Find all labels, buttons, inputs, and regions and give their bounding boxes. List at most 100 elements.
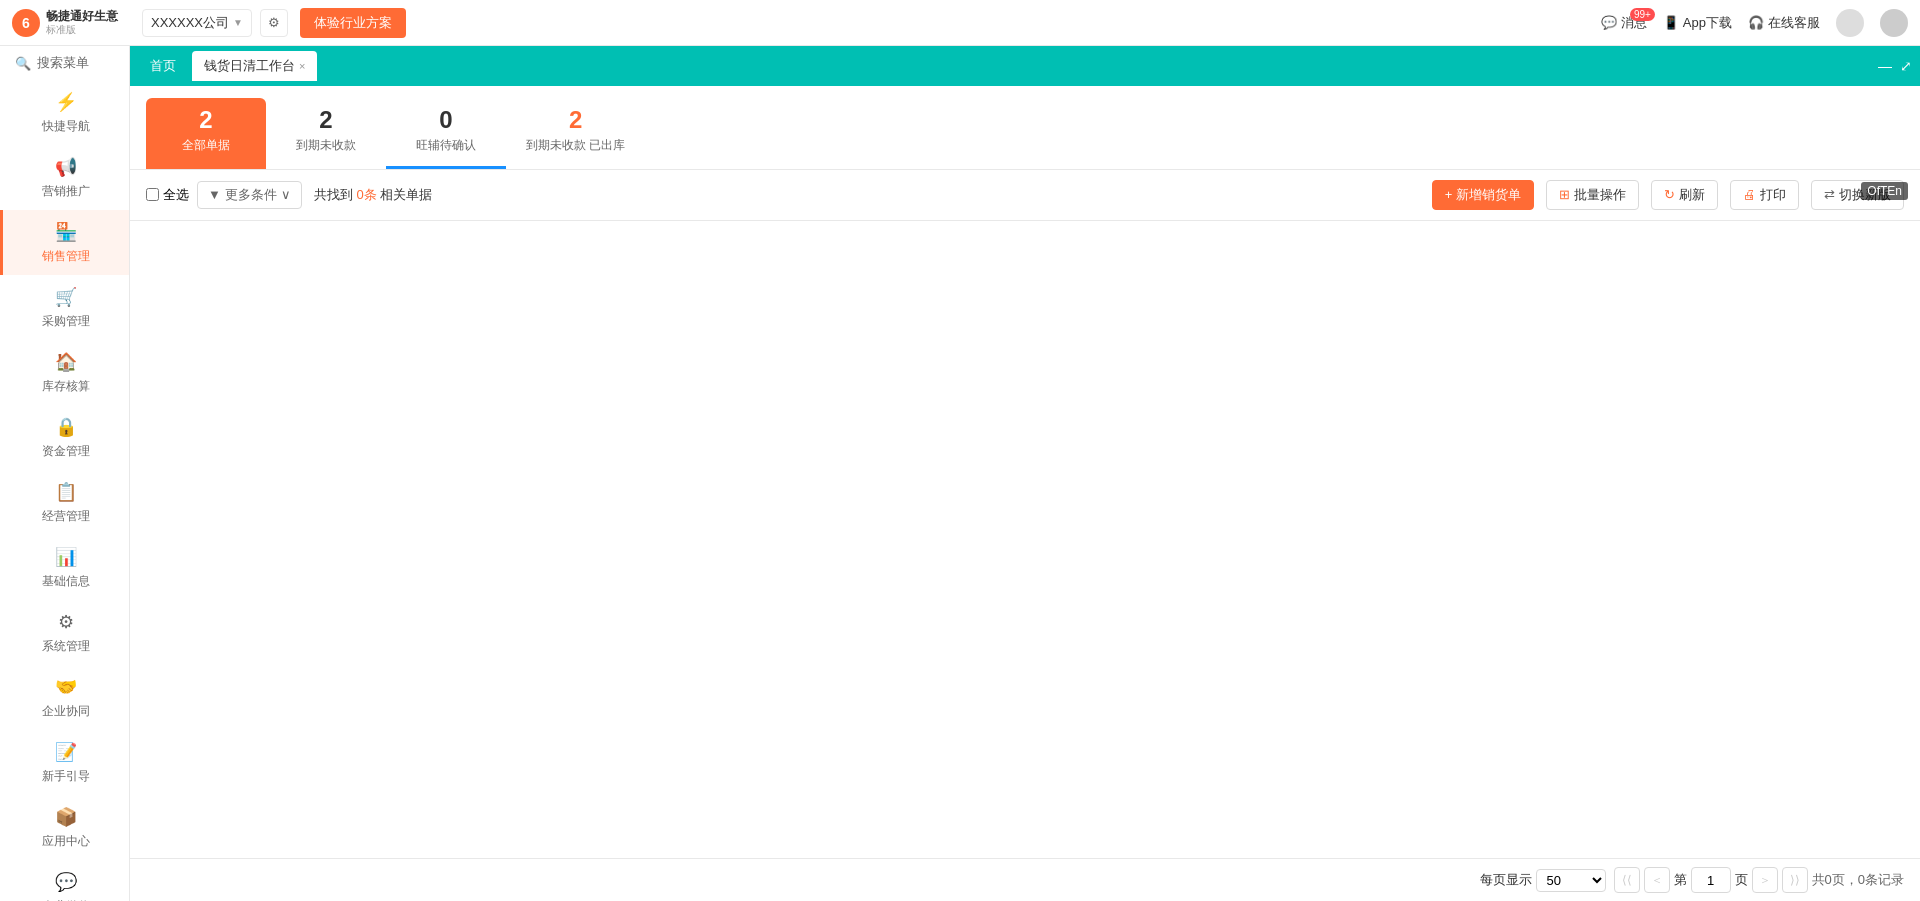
company-selector[interactable]: XXXXXX公司 ▼	[142, 9, 252, 37]
sidebar-item-guide[interactable]: 📝 新手引导	[0, 730, 129, 795]
sidebar-item-finance[interactable]: 🔒 资金管理	[0, 405, 129, 470]
app-download-button[interactable]: 📱 App下载	[1663, 14, 1732, 32]
page-content: 2 全部单据 2 到期未收款 0 旺辅待确认 2 到期未收款 已出库	[130, 86, 1920, 901]
sidebar-item-wechat[interactable]: 💬 企业微信	[0, 860, 129, 901]
stat-card-all[interactable]: 2 全部单据	[146, 98, 266, 169]
tab-active-label: 钱货日清工作台	[204, 57, 295, 75]
stat-label-all: 全部单据	[166, 137, 246, 154]
trial-button[interactable]: 体验行业方案	[300, 8, 406, 38]
sidebar-item-label: 销售管理	[42, 248, 90, 265]
refresh-button[interactable]: ↻ 刷新	[1651, 180, 1718, 210]
print-button[interactable]: 🖨 打印	[1730, 180, 1799, 210]
toolbar: 全选 ▼ 更多条件 ∨ 共找到 0条 相关单据 + 新增销货单 ⊞ 批量操作	[130, 170, 1920, 221]
sidebar-item-purchase[interactable]: 🛒 采购管理	[0, 275, 129, 340]
top-header: 6 畅捷通好生意 标准版 XXXXXX公司 ▼ ⚙ 体验行业方案 💬 消息 99…	[0, 0, 1920, 46]
message-icon: 💬	[1601, 15, 1617, 30]
switch-icon: ⇄	[1824, 187, 1835, 202]
tab-minimize-button[interactable]: —	[1878, 58, 1892, 74]
wechat-icon: 💬	[54, 870, 78, 894]
related-label: 相关单据	[380, 187, 432, 202]
add-sale-button[interactable]: + 新增销货单	[1432, 180, 1534, 210]
online-service-label: 在线客服	[1768, 14, 1820, 32]
logo-main: 畅捷通好生意	[46, 9, 118, 23]
sidebar-item-label: 采购管理	[42, 313, 90, 330]
batch-button[interactable]: ⊞ 批量操作	[1546, 180, 1639, 210]
sidebar-item-label: 基础信息	[42, 573, 90, 590]
last-page-button[interactable]: ⟩⟩	[1782, 867, 1808, 893]
page-prefix: 第	[1674, 871, 1687, 889]
tab-bar: 首页 钱货日清工作台 × — ⤢	[130, 46, 1920, 86]
sidebar-item-inventory[interactable]: 🏠 库存核算	[0, 340, 129, 405]
page-size-select: 每页显示 50 10 20 100	[1480, 869, 1606, 892]
tab-home[interactable]: 首页	[138, 51, 188, 81]
search-menu-label: 搜索菜单	[37, 54, 89, 72]
online-service-button[interactable]: 🎧 在线客服	[1748, 14, 1820, 32]
system-icon: ⚙	[54, 610, 78, 634]
sales-icon: 🏪	[54, 220, 78, 244]
content-area: 首页 钱货日清工作台 × — ⤢ 2 全部单据 2 到期未收款	[130, 46, 1920, 901]
sidebar-item-label: 新手引导	[42, 768, 90, 785]
logo-sub: 标准版	[46, 24, 118, 36]
next-page-button[interactable]: ＞	[1752, 867, 1778, 893]
first-page-button[interactable]: ⟨⟨	[1614, 867, 1640, 893]
sidebar-item-label: 营销推广	[42, 183, 90, 200]
stat-card-outbound[interactable]: 2 到期未收款 已出库	[506, 98, 645, 169]
print-label: 打印	[1760, 186, 1786, 204]
headset-icon: 🎧	[1748, 15, 1764, 30]
logo-area: 6 畅捷通好生意 标准版	[12, 9, 142, 37]
stat-number-outbound: 2	[526, 106, 625, 135]
avatar[interactable]	[1836, 9, 1864, 37]
inventory-icon: 🏠	[54, 350, 78, 374]
main-layout: 🔍 搜索菜单 ⚡ 快捷导航 📢 营销推广 🏪 销售管理 🛒 采购管理 🏠 库存核…	[0, 46, 1920, 901]
messages-button[interactable]: 💬 消息 99+	[1601, 14, 1647, 32]
sidebar-item-operations[interactable]: 📋 经营管理	[0, 470, 129, 535]
refresh-icon: ↻	[1664, 187, 1675, 202]
tab-maximize-button[interactable]: ⤢	[1900, 58, 1912, 74]
sidebar-item-app-center[interactable]: 📦 应用中心	[0, 795, 129, 860]
sidebar-item-enterprise[interactable]: 🤝 企业协同	[0, 665, 129, 730]
stat-number-pending: 0	[406, 106, 486, 135]
refresh-label: 刷新	[1679, 186, 1705, 204]
stat-card-overdue[interactable]: 2 到期未收款	[266, 98, 386, 169]
stat-card-pending[interactable]: 0 旺辅待确认	[386, 98, 506, 169]
tab-close-icon[interactable]: ×	[299, 60, 305, 72]
found-count: 0条	[357, 187, 377, 202]
sidebar-item-label: 应用中心	[42, 833, 90, 850]
sidebar-item-sales[interactable]: 🏪 销售管理	[0, 210, 129, 275]
operations-icon: 📋	[54, 480, 78, 504]
basic-info-icon: 📊	[54, 545, 78, 569]
sidebar-item-basic-info[interactable]: 📊 基础信息	[0, 535, 129, 600]
sidebar-item-marketing[interactable]: 📢 营销推广	[0, 145, 129, 210]
filter-button[interactable]: ▼ 更多条件 ∨	[197, 181, 302, 209]
select-all-checkbox[interactable]: 全选	[146, 186, 189, 204]
per-page-dropdown[interactable]: 50 10 20 100	[1536, 869, 1606, 892]
logo-icon: 6	[12, 9, 40, 37]
total-info: 共0页，0条记录	[1812, 871, 1904, 889]
enterprise-icon: 🤝	[54, 675, 78, 699]
gear-icon: ⚙	[268, 15, 280, 30]
company-name: XXXXXX公司	[151, 14, 229, 32]
header-right: 💬 消息 99+ 📱 App下载 🎧 在线客服	[1601, 9, 1908, 37]
download-icon: 📱	[1663, 15, 1679, 30]
filter-label: 更多条件	[225, 186, 277, 204]
finance-icon: 🔒	[54, 415, 78, 439]
sidebar-item-label: 经营管理	[42, 508, 90, 525]
app-download-label: App下载	[1683, 14, 1732, 32]
tab-active[interactable]: 钱货日清工作台 ×	[192, 51, 317, 81]
sidebar-item-quick-nav[interactable]: ⚡ 快捷导航	[0, 80, 129, 145]
stat-label-overdue: 到期未收款	[286, 137, 366, 154]
filter-icon: ▼	[208, 187, 221, 202]
sidebar-item-label: 库存核算	[42, 378, 90, 395]
table-area	[130, 221, 1920, 858]
sidebar-search[interactable]: 🔍 搜索菜单	[0, 46, 129, 80]
settings-button[interactable]: ⚙	[260, 9, 288, 37]
page-number-input[interactable]	[1691, 867, 1731, 893]
sidebar-item-label: 快捷导航	[42, 118, 90, 135]
sidebar-item-system[interactable]: ⚙ 系统管理	[0, 600, 129, 665]
logo-text: 畅捷通好生意 标准版	[46, 9, 118, 35]
prev-page-button[interactable]: ＜	[1644, 867, 1670, 893]
batch-label: 批量操作	[1574, 186, 1626, 204]
chevron-down-icon: ▼	[233, 17, 243, 28]
user-avatar[interactable]	[1880, 9, 1908, 37]
select-all-input[interactable]	[146, 188, 159, 201]
